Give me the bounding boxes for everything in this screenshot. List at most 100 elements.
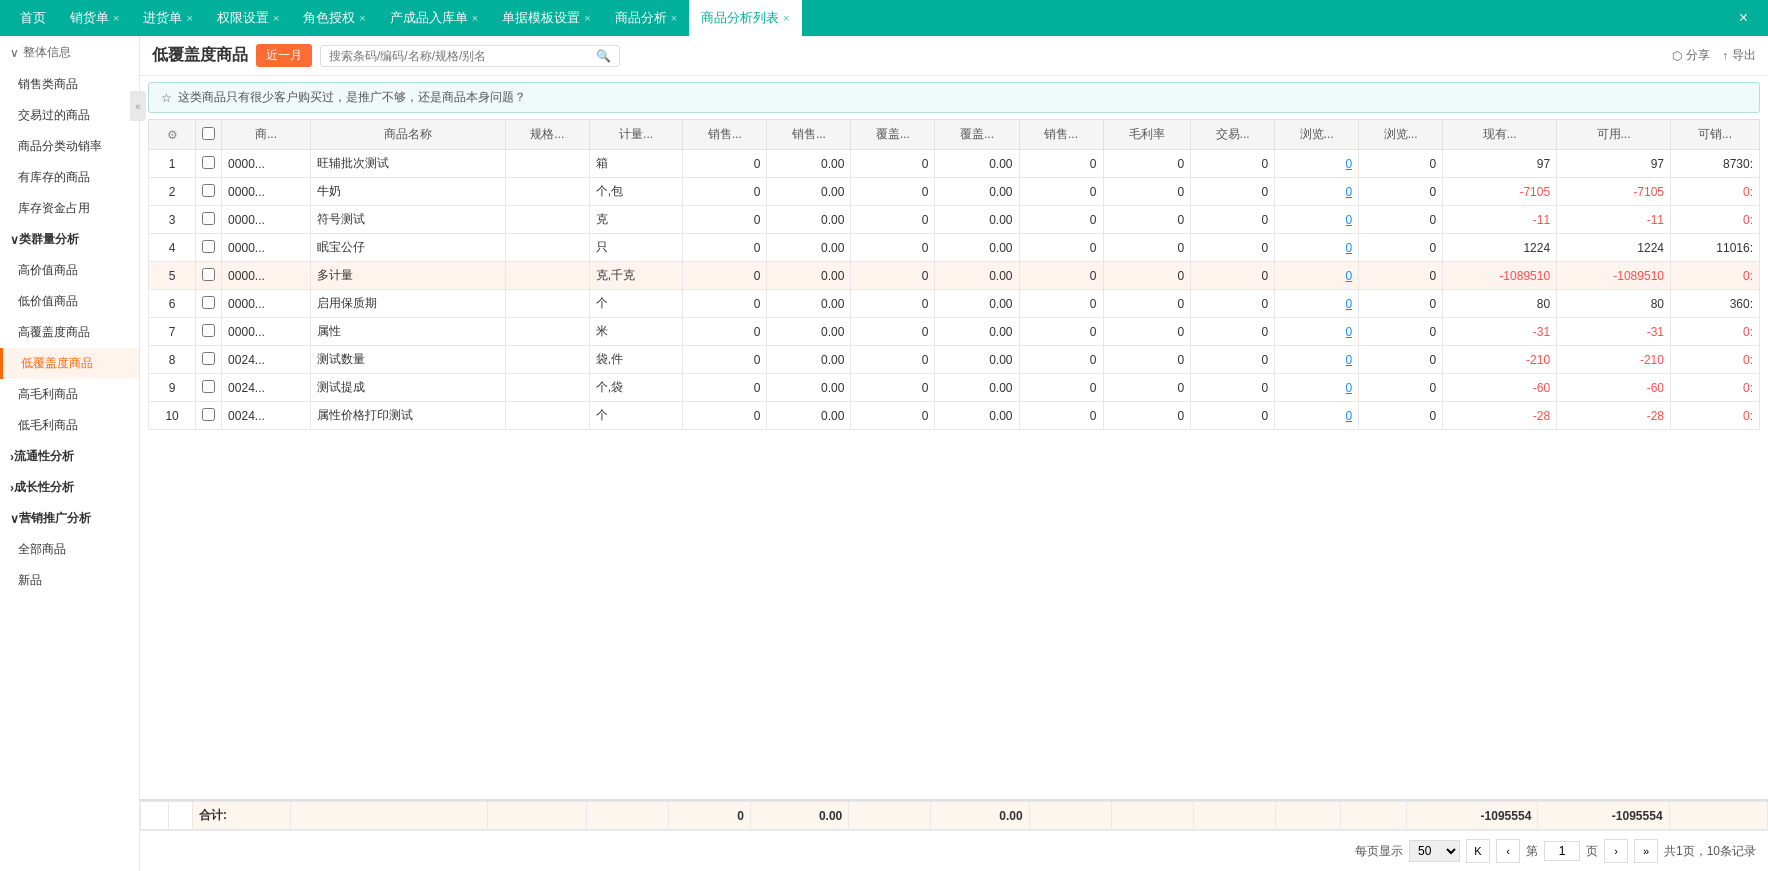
row-gross: 0 bbox=[1103, 206, 1191, 234]
prev-page-button[interactable]: ‹ bbox=[1496, 839, 1520, 863]
row-checkbox-cell[interactable] bbox=[196, 234, 222, 262]
row-checkbox-cell[interactable] bbox=[196, 374, 222, 402]
row-checkbox-cell[interactable] bbox=[196, 178, 222, 206]
nav-item-purchase[interactable]: 进货单 × bbox=[131, 0, 204, 36]
row-view1[interactable]: 0 bbox=[1275, 346, 1359, 374]
row-no: 5 bbox=[149, 262, 196, 290]
close-icon[interactable]: × bbox=[472, 12, 478, 24]
close-icon[interactable]: × bbox=[186, 12, 192, 24]
row-saleable: 0: bbox=[1670, 262, 1759, 290]
row-checkbox-cell[interactable] bbox=[196, 402, 222, 430]
row-checkbox[interactable] bbox=[202, 324, 215, 337]
nav-item-sales[interactable]: 销货单 × bbox=[58, 0, 131, 36]
row-view1[interactable]: 0 bbox=[1275, 402, 1359, 430]
share-button[interactable]: ⬡ 分享 bbox=[1672, 47, 1710, 64]
sidebar-section-liquidity[interactable]: › 流通性分析 bbox=[0, 441, 139, 472]
sidebar-item-inventory-fund[interactable]: 库存资金占用 bbox=[0, 193, 139, 224]
row-view1[interactable]: 0 bbox=[1275, 290, 1359, 318]
row-checkbox-cell[interactable] bbox=[196, 290, 222, 318]
row-view1[interactable]: 0 bbox=[1275, 178, 1359, 206]
row-trade: 0 bbox=[1191, 234, 1275, 262]
close-icon[interactable]: × bbox=[671, 12, 677, 24]
sidebar-section-cluster[interactable]: ∨ 类群量分析 bbox=[0, 224, 139, 255]
select-all-checkbox[interactable] bbox=[202, 127, 215, 140]
row-code: 0024... bbox=[222, 402, 311, 430]
period-button[interactable]: 近一月 bbox=[256, 44, 312, 67]
sidebar-section-growth[interactable]: › 成长性分析 bbox=[0, 472, 139, 503]
sidebar-item-category-rate[interactable]: 商品分类动销率 bbox=[0, 131, 139, 162]
row-checkbox[interactable] bbox=[202, 268, 215, 281]
row-checkbox[interactable] bbox=[202, 184, 215, 197]
nav-item-product-analysis[interactable]: 商品分析 × bbox=[603, 0, 689, 36]
close-icon[interactable]: × bbox=[273, 12, 279, 24]
totals-unit bbox=[586, 802, 668, 830]
per-page-select[interactable]: 50 10 20 100 bbox=[1409, 840, 1460, 862]
nav-item-product-analysis-list[interactable]: 商品分析列表 × bbox=[689, 0, 801, 36]
sidebar-section-marketing[interactable]: ∨ 营销推广分析 bbox=[0, 503, 139, 534]
sidebar-item-high-gross[interactable]: 高毛利商品 bbox=[0, 379, 139, 410]
row-view1[interactable]: 0 bbox=[1275, 318, 1359, 346]
sidebar-item-all-goods[interactable]: 全部商品 bbox=[0, 534, 139, 565]
first-page-button[interactable]: K bbox=[1466, 839, 1490, 863]
col-checkbox[interactable] bbox=[196, 120, 222, 150]
row-checkbox-cell[interactable] bbox=[196, 346, 222, 374]
nav-item-role-auth[interactable]: 角色授权 × bbox=[291, 0, 377, 36]
row-view1[interactable]: 0 bbox=[1275, 374, 1359, 402]
sidebar-item-high-value[interactable]: 高价值商品 bbox=[0, 255, 139, 286]
row-checkbox-cell[interactable] bbox=[196, 262, 222, 290]
sidebar-item-low-coverage[interactable]: 低覆盖度商品 bbox=[0, 348, 139, 379]
col-settings[interactable]: ⚙ bbox=[149, 120, 196, 150]
row-spec bbox=[505, 318, 589, 346]
row-sales3: 0 bbox=[1019, 206, 1103, 234]
row-cover1: 0 bbox=[851, 262, 935, 290]
row-no: 8 bbox=[149, 346, 196, 374]
nav-item-permissions[interactable]: 权限设置 × bbox=[205, 0, 291, 36]
nav-item-template[interactable]: 单据模板设置 × bbox=[490, 0, 602, 36]
table-container[interactable]: ⚙ 商... 商品名称 规格... 计量... 销售... 销售... 覆盖..… bbox=[148, 119, 1760, 799]
sidebar-item-low-gross[interactable]: 低毛利商品 bbox=[0, 410, 139, 441]
last-page-button[interactable]: » bbox=[1634, 839, 1658, 863]
sidebar-item-low-value[interactable]: 低价值商品 bbox=[0, 286, 139, 317]
totals-sales1: 0 bbox=[668, 802, 750, 830]
row-checkbox-cell[interactable] bbox=[196, 150, 222, 178]
sidebar-collapse-button[interactable]: « bbox=[130, 91, 146, 121]
row-checkbox[interactable] bbox=[202, 212, 215, 225]
row-checkbox[interactable] bbox=[202, 352, 215, 365]
row-checkbox[interactable] bbox=[202, 296, 215, 309]
search-box[interactable]: 🔍 bbox=[320, 45, 620, 67]
row-view1[interactable]: 0 bbox=[1275, 262, 1359, 290]
sidebar-item-new-goods[interactable]: 新品 bbox=[0, 565, 139, 596]
row-usable: 80 bbox=[1557, 290, 1671, 318]
nav-item-finished-goods[interactable]: 产成品入库单 × bbox=[378, 0, 490, 36]
sidebar-item-high-coverage[interactable]: 高覆盖度商品 bbox=[0, 317, 139, 348]
search-input[interactable] bbox=[329, 49, 596, 63]
row-sales3: 0 bbox=[1019, 234, 1103, 262]
totals-current: -1095554 bbox=[1407, 802, 1538, 830]
row-checkbox[interactable] bbox=[202, 240, 215, 253]
window-close-button[interactable]: × bbox=[1727, 9, 1760, 27]
row-view1[interactable]: 0 bbox=[1275, 234, 1359, 262]
row-checkbox-cell[interactable] bbox=[196, 206, 222, 234]
row-checkbox[interactable] bbox=[202, 408, 215, 421]
close-icon[interactable]: × bbox=[783, 12, 789, 24]
nav-item-home[interactable]: 首页 bbox=[8, 0, 58, 36]
sidebar-section-overall[interactable]: ∨ 整体信息 bbox=[0, 36, 139, 69]
search-icon: 🔍 bbox=[596, 49, 611, 63]
row-checkbox-cell[interactable] bbox=[196, 318, 222, 346]
row-checkbox[interactable] bbox=[202, 380, 215, 393]
close-icon[interactable]: × bbox=[113, 12, 119, 24]
row-view1[interactable]: 0 bbox=[1275, 206, 1359, 234]
row-view1[interactable]: 0 bbox=[1275, 150, 1359, 178]
sidebar-item-stocked-goods[interactable]: 有库存的商品 bbox=[0, 162, 139, 193]
export-button[interactable]: ↑ 导出 bbox=[1722, 47, 1756, 64]
next-page-button[interactable]: › bbox=[1604, 839, 1628, 863]
close-icon[interactable]: × bbox=[584, 12, 590, 24]
row-cover2: 0.00 bbox=[935, 234, 1019, 262]
col-cover2: 覆盖... bbox=[935, 120, 1019, 150]
totals-spacer1 bbox=[141, 802, 169, 830]
sidebar-item-sales-goods[interactable]: 销售类商品 bbox=[0, 69, 139, 100]
sidebar-item-traded-goods[interactable]: 交易过的商品 bbox=[0, 100, 139, 131]
close-icon[interactable]: × bbox=[359, 12, 365, 24]
page-input[interactable] bbox=[1544, 841, 1580, 861]
row-checkbox[interactable] bbox=[202, 156, 215, 169]
